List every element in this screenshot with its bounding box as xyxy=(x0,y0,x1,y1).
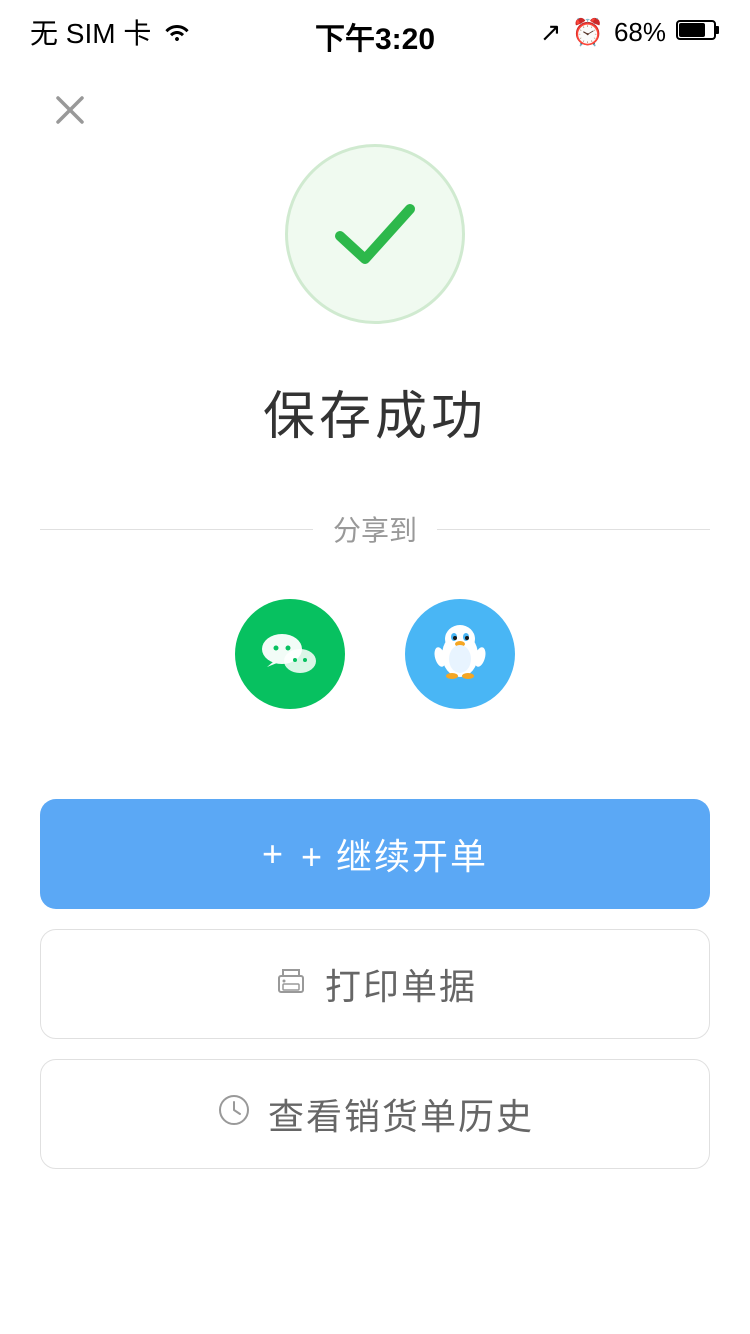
success-icon-circle xyxy=(285,144,465,324)
status-bar: 无 SIM 卡 下午3:20 ↗ ⏰ 68% xyxy=(0,0,750,64)
share-icons-container xyxy=(40,599,710,709)
print-button[interactable]: 打印单据 xyxy=(40,929,710,1039)
wifi-icon xyxy=(163,16,191,48)
share-divider: 分享到 xyxy=(40,509,710,549)
qq-share-button[interactable] xyxy=(405,599,515,709)
battery-level: 68% xyxy=(614,17,666,48)
close-button[interactable] xyxy=(40,80,100,140)
sim-status: 无 SIM 卡 xyxy=(30,12,151,52)
share-section: 分享到 xyxy=(0,509,750,709)
status-left: 无 SIM 卡 xyxy=(30,12,191,52)
print-label: 打印单据 xyxy=(325,958,477,1010)
continue-button[interactable]: + + 继续开单 xyxy=(40,799,710,909)
history-label: 查看销货单历史 xyxy=(268,1088,534,1140)
battery-icon xyxy=(676,17,720,48)
status-time: 下午3:20 xyxy=(315,14,435,58)
location-icon: ↗ xyxy=(540,17,562,48)
history-icon xyxy=(216,1092,252,1137)
main-content: 保存成功 分享到 xyxy=(0,64,750,1169)
print-icon xyxy=(273,962,309,1007)
continue-label: + 继续开单 xyxy=(301,828,488,880)
continue-plus-icon: + xyxy=(262,833,285,875)
alarm-icon: ⏰ xyxy=(572,17,604,48)
success-title: 保存成功 xyxy=(263,374,487,449)
action-buttons: + + 继续开单 打印单据 查看销货单历 xyxy=(0,799,750,1169)
divider-line-right xyxy=(437,529,710,530)
divider-line-left xyxy=(40,529,313,530)
share-label: 分享到 xyxy=(333,509,417,549)
wechat-share-button[interactable] xyxy=(235,599,345,709)
history-button[interactable]: 查看销货单历史 xyxy=(40,1059,710,1169)
status-right: ↗ ⏰ 68% xyxy=(540,17,720,48)
